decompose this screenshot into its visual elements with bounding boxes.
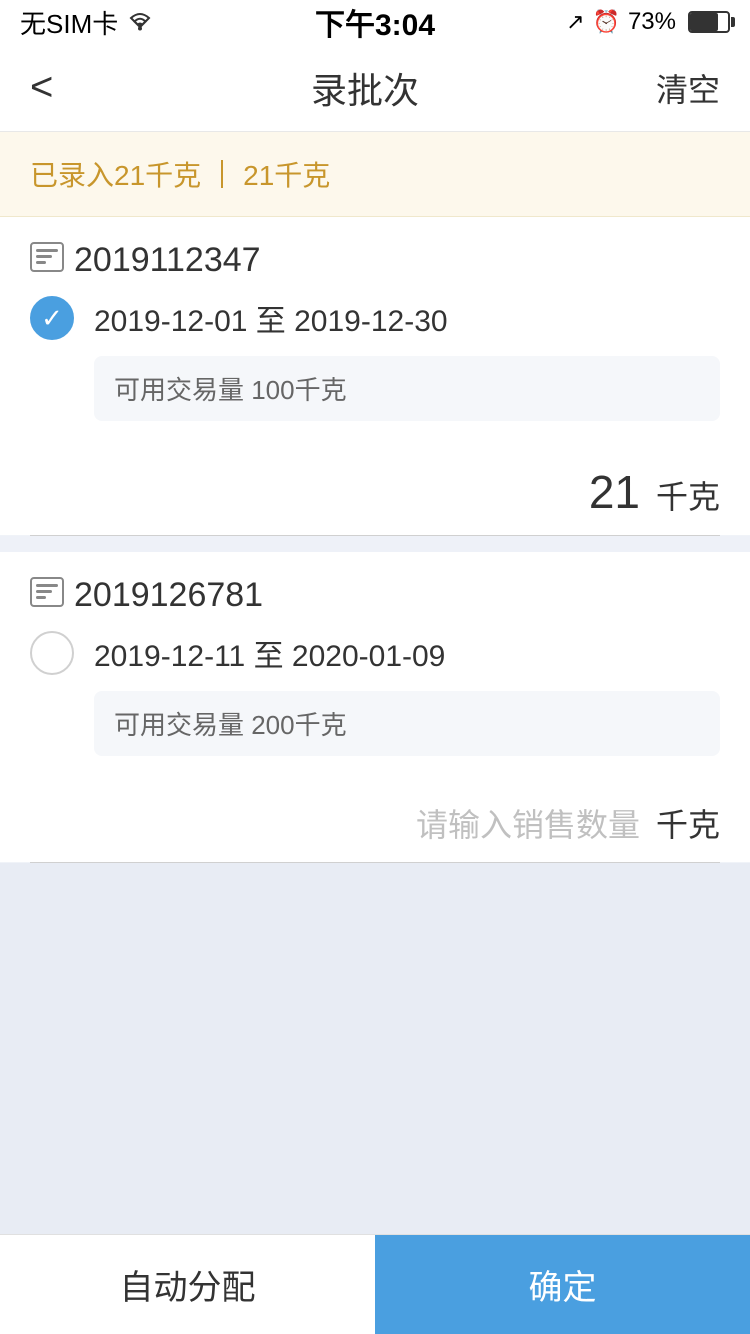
batch-date-row-1[interactable]: ✓ 2019-12-01 至 2019-12-30 [30, 296, 720, 340]
input-unit-2: 千克 [656, 800, 720, 846]
radio-1[interactable]: ✓ [30, 296, 74, 340]
bottom-bar: 自动分配 确定 [0, 1234, 750, 1334]
qty-row-1: 21 千克 [0, 441, 750, 535]
location-icon: ↗ [566, 9, 584, 35]
batch-date-2: 2019-12-11 至 2020-01-09 [94, 631, 445, 675]
wifi-icon [126, 7, 154, 38]
input-row-2: 请输入销售数量 千克 [0, 776, 750, 862]
batch-icon-2 [30, 577, 64, 615]
status-bar: 无SIM卡 下午3:04 ↗ ⏰ 73% [0, 0, 750, 44]
radio-2[interactable] [30, 631, 74, 675]
batch-date-row-2[interactable]: 2019-12-11 至 2020-01-09 [30, 631, 720, 675]
batch-id-row-1: 2019112347 [30, 241, 720, 280]
batch-card-1: 2019112347 ✓ 2019-12-01 至 2019-12-30 可用交… [0, 217, 750, 441]
card-divider [0, 536, 750, 552]
nav-bar: < 录批次 清空 [0, 44, 750, 132]
batch-card-2: 2019126781 2019-12-11 至 2020-01-09 可用交易量… [0, 552, 750, 776]
batch-id-row-2: 2019126781 [30, 576, 720, 615]
amount-value: 21千克 [243, 154, 330, 194]
banner-divider [221, 160, 223, 188]
battery-percentage: 73% [628, 8, 676, 36]
status-right: ↗ ⏰ 73% [566, 8, 730, 36]
available-qty-2: 可用交易量 200千克 [94, 691, 720, 756]
info-banner: 已录入21千克 21千克 [0, 132, 750, 217]
available-qty-1: 可用交易量 100千克 [94, 356, 720, 421]
page-title: 录批次 [311, 62, 419, 114]
status-carrier: 无SIM卡 [20, 4, 154, 41]
batch-date-1: 2019-12-01 至 2019-12-30 [94, 296, 448, 340]
check-icon-1: ✓ [41, 303, 63, 334]
qty-value-1: 21 [589, 465, 640, 519]
status-time: 下午3:04 [315, 0, 435, 44]
battery-icon [688, 11, 730, 33]
back-button[interactable]: < [30, 65, 90, 110]
auto-distribute-button[interactable]: 自动分配 [0, 1235, 375, 1334]
recorded-amount: 已录入21千克 [30, 154, 201, 194]
gray-fill-area [0, 863, 750, 1263]
batch-id-2: 2019126781 [74, 576, 263, 615]
qty-unit-1: 千克 [656, 472, 720, 518]
input-placeholder-2: 请输入销售数量 [416, 800, 640, 846]
clear-button[interactable]: 清空 [640, 65, 720, 111]
confirm-button[interactable]: 确定 [375, 1235, 750, 1334]
batch-icon-1 [30, 242, 64, 280]
batch-id-1: 2019112347 [74, 241, 261, 280]
alarm-icon: ⏰ [593, 9, 620, 35]
carrier-text: 无SIM卡 [20, 4, 118, 41]
